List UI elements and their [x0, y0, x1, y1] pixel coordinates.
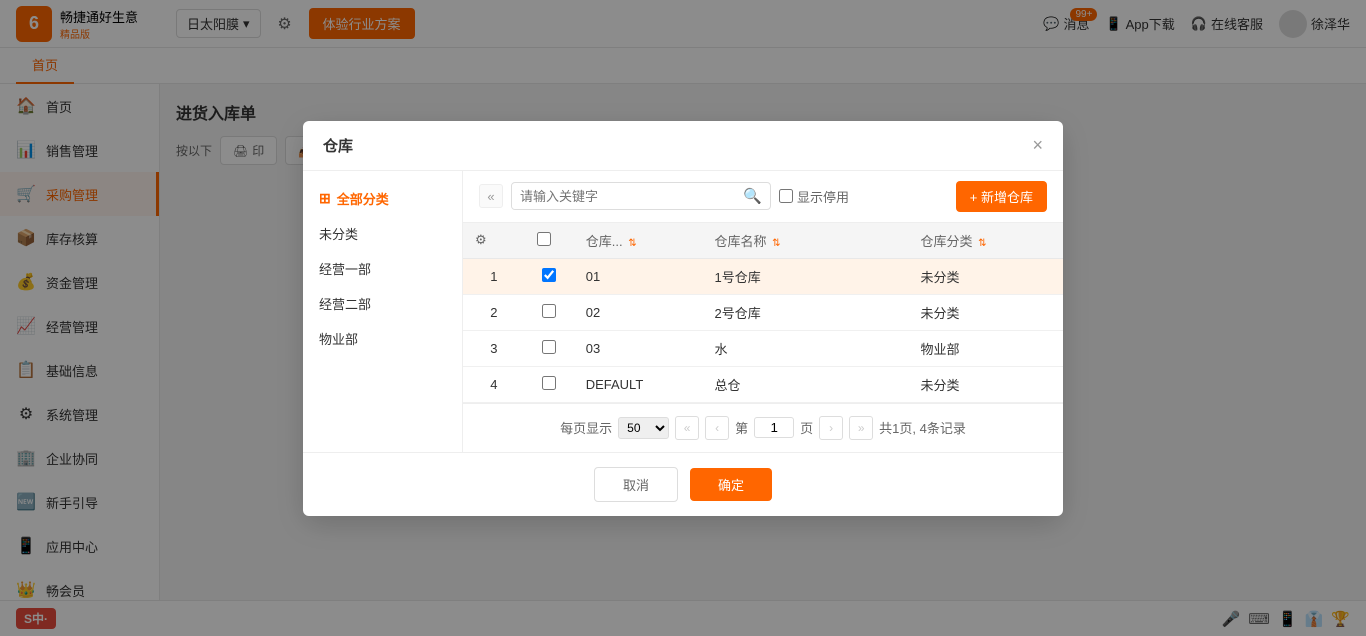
- show-disabled-checkbox[interactable]: [779, 189, 793, 203]
- search-input[interactable]: [512, 184, 735, 209]
- row-code: 02: [574, 294, 703, 330]
- col-header-code[interactable]: 仓库... ⇅: [574, 223, 703, 259]
- row-check: [525, 258, 574, 294]
- prev-page-button[interactable]: ‹: [705, 416, 729, 440]
- show-disabled-label: 显示停用: [797, 187, 849, 206]
- sort-code-icon: ⇅: [628, 238, 636, 249]
- row-category: 未分类: [908, 294, 1063, 330]
- modal-main: « 🔍 显示停用 + 新增仓库: [463, 171, 1063, 452]
- row-category: 物业部: [908, 330, 1063, 366]
- page-size-label: 每页显示: [560, 418, 612, 437]
- goto-label: 第: [735, 418, 748, 437]
- modal-overlay: 仓库 × ⊞ 全部分类 未分类 经营一部 经营二部: [0, 0, 1366, 636]
- collapse-button[interactable]: «: [479, 184, 503, 208]
- modal-footer: 取消 确定: [303, 452, 1063, 516]
- col-name-label: 仓库名称: [714, 234, 766, 249]
- modal-toolbar: « 🔍 显示停用 + 新增仓库: [463, 171, 1063, 223]
- search-input-wrap: 🔍: [511, 182, 771, 210]
- table-container: ⚙ 仓库... ⇅ 仓库名称 ⇅: [463, 223, 1063, 403]
- new-warehouse-button[interactable]: + 新增仓库: [956, 181, 1047, 212]
- col-code-label: 仓库...: [586, 234, 623, 249]
- search-button[interactable]: 🔍: [735, 183, 770, 209]
- cancel-button[interactable]: 取消: [594, 467, 678, 502]
- table-body: 1 01 1号仓库 未分类 2: [463, 258, 1063, 402]
- total-label: 共1页, 4条记录: [879, 418, 966, 437]
- table-row[interactable]: 2 02 2号仓库 未分类: [463, 294, 1063, 330]
- select-all-checkbox[interactable]: [537, 232, 551, 246]
- modal-body: ⊞ 全部分类 未分类 经营一部 经营二部 物业部: [303, 171, 1063, 452]
- row-check: [525, 366, 574, 402]
- col-header-name[interactable]: 仓库名称 ⇅: [702, 223, 908, 259]
- page-number-input[interactable]: [754, 417, 794, 438]
- row-index: 4: [463, 366, 525, 402]
- table-row[interactable]: 1 01 1号仓库 未分类: [463, 258, 1063, 294]
- last-page-button[interactable]: »: [849, 416, 873, 440]
- modal-title: 仓库: [323, 135, 353, 156]
- col-header-category[interactable]: 仓库分类 ⇅: [908, 223, 1063, 259]
- page-size-select[interactable]: 50 100 200: [618, 417, 669, 439]
- col-header-settings: ⚙: [463, 223, 525, 259]
- confirm-button[interactable]: 确定: [690, 468, 772, 501]
- category-prop[interactable]: 物业部: [303, 321, 462, 356]
- show-disabled-wrap: 显示停用: [779, 187, 849, 206]
- table-row[interactable]: 3 03 水 物业部: [463, 330, 1063, 366]
- category-uncat[interactable]: 未分类: [303, 216, 462, 251]
- row-name: 1号仓库: [702, 258, 908, 294]
- warehouse-modal: 仓库 × ⊞ 全部分类 未分类 经营一部 经营二部: [303, 121, 1063, 516]
- category-uncat-label: 未分类: [319, 224, 358, 243]
- table-row[interactable]: 4 DEFAULT 总仓 未分类: [463, 366, 1063, 402]
- modal-sidebar: ⊞ 全部分类 未分类 经营一部 经营二部 物业部: [303, 171, 463, 452]
- modal-close-button[interactable]: ×: [1032, 136, 1043, 154]
- row-code: 03: [574, 330, 703, 366]
- warehouse-table: ⚙ 仓库... ⇅ 仓库名称 ⇅: [463, 223, 1063, 403]
- category-all-label: 全部分类: [337, 189, 389, 208]
- category-all[interactable]: ⊞ 全部分类: [303, 181, 462, 216]
- sort-name-icon: ⇅: [772, 238, 780, 249]
- category-dept1[interactable]: 经营一部: [303, 251, 462, 286]
- row-code: DEFAULT: [574, 366, 703, 402]
- row-code: 01: [574, 258, 703, 294]
- row-name: 2号仓库: [702, 294, 908, 330]
- col-header-check: [525, 223, 574, 259]
- page-label: 页: [800, 418, 813, 437]
- row-checkbox[interactable]: [542, 268, 556, 282]
- table-header: ⚙ 仓库... ⇅ 仓库名称 ⇅: [463, 223, 1063, 259]
- col-cat-label: 仓库分类: [920, 234, 972, 249]
- row-checkbox[interactable]: [542, 376, 556, 390]
- row-checkbox[interactable]: [542, 304, 556, 318]
- row-category: 未分类: [908, 258, 1063, 294]
- next-page-button[interactable]: ›: [819, 416, 843, 440]
- row-checkbox[interactable]: [542, 340, 556, 354]
- modal-header: 仓库 ×: [303, 121, 1063, 171]
- row-index: 1: [463, 258, 525, 294]
- category-prop-label: 物业部: [319, 329, 358, 348]
- first-page-button[interactable]: «: [675, 416, 699, 440]
- grid-icon: ⊞: [319, 190, 331, 207]
- category-dept2-label: 经营二部: [319, 294, 371, 313]
- category-dept2[interactable]: 经营二部: [303, 286, 462, 321]
- row-index: 3: [463, 330, 525, 366]
- row-check: [525, 294, 574, 330]
- row-category: 未分类: [908, 366, 1063, 402]
- sort-cat-icon: ⇅: [978, 238, 986, 249]
- row-name: 水: [702, 330, 908, 366]
- modal-pagination: 每页显示 50 100 200 « ‹ 第 页 › » 共1页, 4条记录: [463, 403, 1063, 452]
- row-check: [525, 330, 574, 366]
- row-index: 2: [463, 294, 525, 330]
- row-name: 总仓: [702, 366, 908, 402]
- category-dept1-label: 经营一部: [319, 259, 371, 278]
